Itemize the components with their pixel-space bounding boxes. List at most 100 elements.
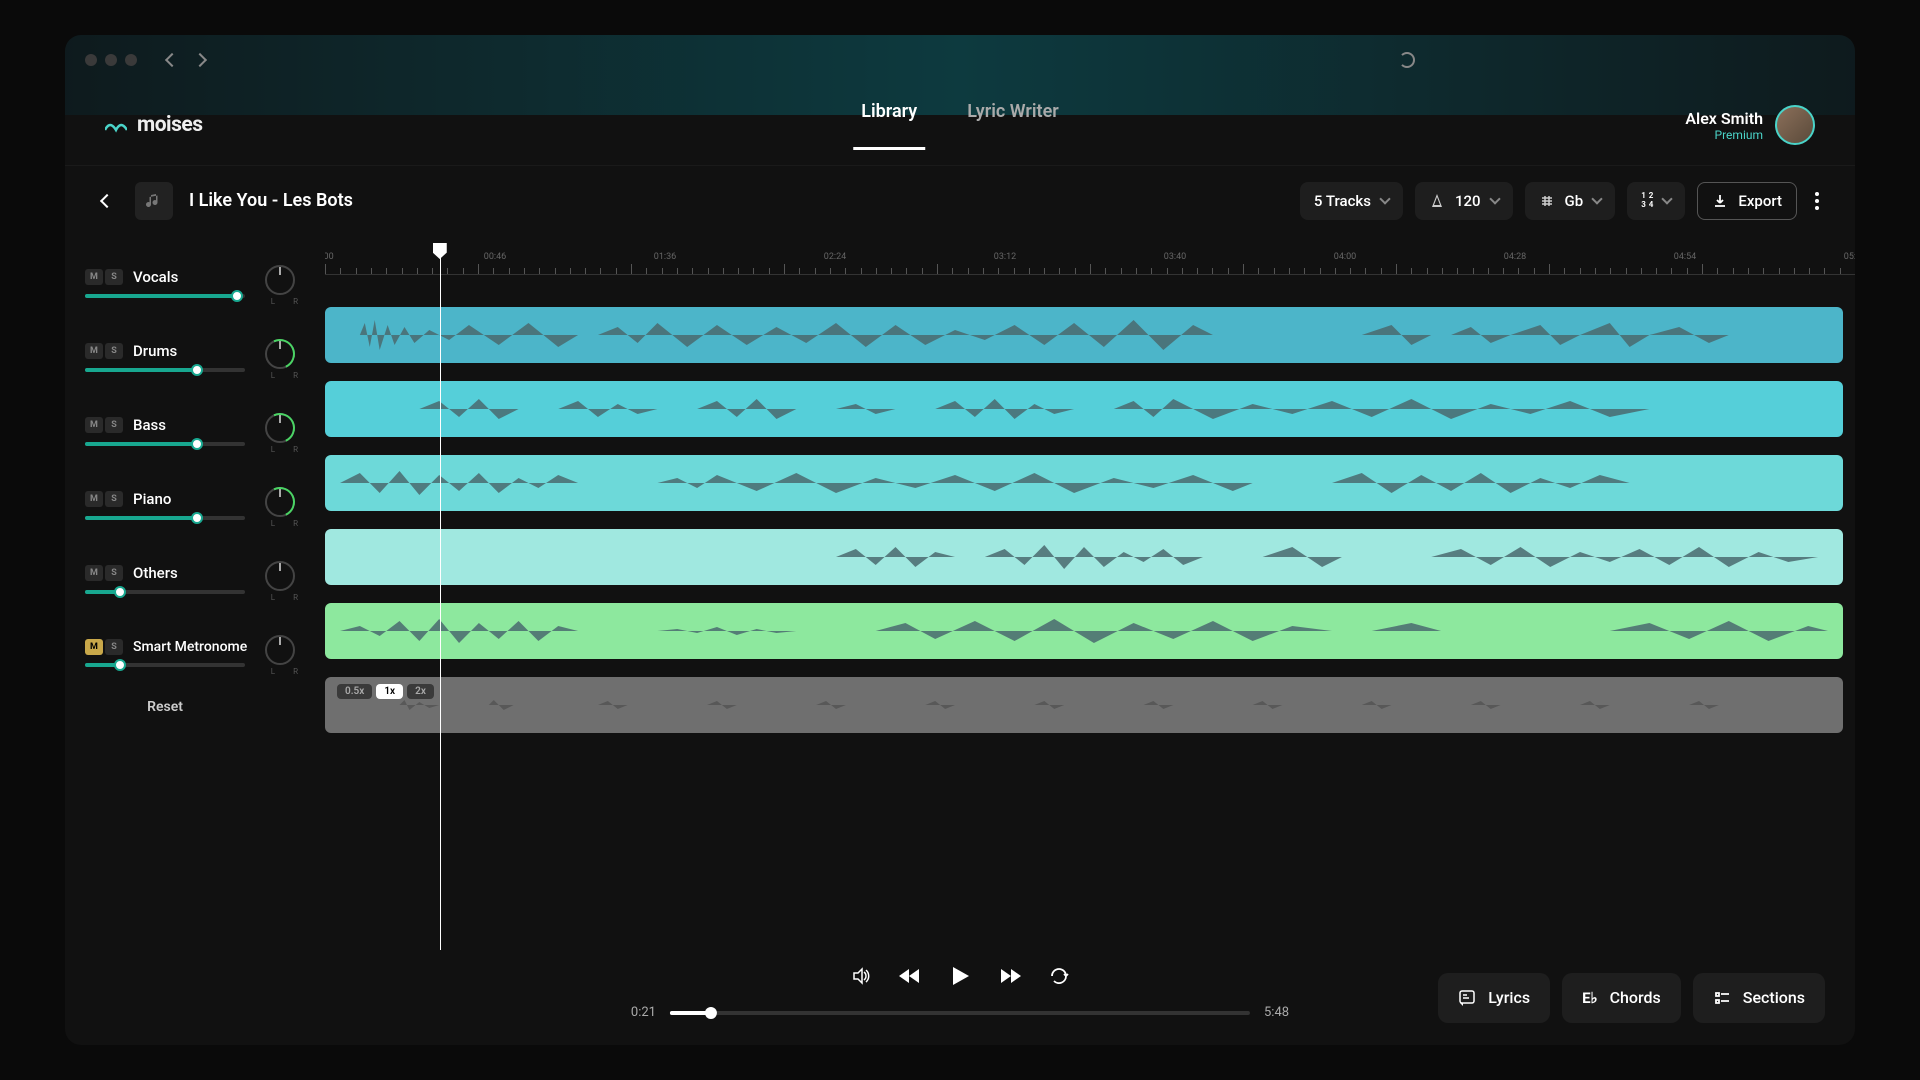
speed-tabs: 0.5x 1x 2x — [337, 684, 434, 699]
track-name: Vocals — [133, 268, 178, 286]
minimize-window-icon[interactable] — [105, 54, 117, 66]
solo-button[interactable]: S — [105, 565, 123, 581]
sections-icon — [1713, 989, 1731, 1007]
user-name: Alex Smith — [1685, 109, 1763, 128]
tuning-fork-icon — [1539, 193, 1555, 209]
count-selector[interactable]: 12 34 — [1627, 182, 1685, 220]
key-value: Gb — [1565, 192, 1584, 210]
tab-library[interactable]: Library — [861, 101, 917, 150]
avatar[interactable] — [1775, 105, 1815, 145]
user-area[interactable]: Alex Smith Premium — [1685, 105, 1815, 145]
refresh-button[interactable] — [1399, 52, 1415, 68]
mute-button[interactable]: M — [85, 491, 103, 507]
track-name: Bass — [133, 416, 166, 434]
reset-button[interactable]: Reset — [85, 699, 245, 715]
lyrics-button[interactable]: Lyrics — [1438, 973, 1550, 1023]
user-text: Alex Smith Premium — [1685, 109, 1763, 142]
toolbar: I Like You - Les Bots 5 Tracks 120 Gb 12… — [65, 165, 1855, 235]
volume-slider[interactable] — [85, 516, 245, 520]
solo-button[interactable]: S — [105, 491, 123, 507]
metronome-icon — [1429, 193, 1445, 209]
chevron-down-icon — [1379, 193, 1390, 204]
loop-button[interactable] — [1049, 966, 1069, 986]
volume-slider[interactable] — [85, 368, 245, 372]
solo-button[interactable]: S — [105, 639, 123, 655]
seek-bar[interactable] — [670, 1011, 1250, 1015]
volume-slider[interactable] — [85, 294, 245, 298]
lyrics-icon — [1458, 989, 1476, 1007]
back-button[interactable] — [95, 189, 119, 213]
sections-button[interactable]: Sections — [1693, 973, 1825, 1023]
tab-lyric-writer[interactable]: Lyric Writer — [967, 101, 1059, 150]
main-editor: MS Vocals LR MS Drums LR MS Bass — [65, 235, 1855, 950]
arrow-left-icon — [100, 193, 114, 207]
track-row-others: MS Others LR — [85, 551, 325, 607]
window-controls — [85, 54, 137, 66]
logo[interactable]: moises — [105, 113, 203, 137]
waveform-others[interactable] — [325, 603, 1843, 659]
mute-button[interactable]: M — [85, 417, 103, 433]
mute-button[interactable]: M — [85, 269, 103, 285]
volume-slider[interactable] — [85, 663, 245, 667]
tempo-value: 120 — [1455, 192, 1481, 210]
solo-button[interactable]: S — [105, 417, 123, 433]
mute-button[interactable]: M — [85, 565, 103, 581]
pan-knob[interactable] — [265, 635, 295, 665]
play-button[interactable] — [949, 965, 971, 987]
track-name: Others — [133, 564, 178, 582]
time-total: 5:48 — [1264, 1005, 1289, 1020]
toolbar-right: 5 Tracks 120 Gb 12 34 — [1300, 182, 1825, 220]
pan-knob[interactable] — [265, 413, 295, 443]
waveform-piano[interactable] — [325, 529, 1843, 585]
waveform-drums[interactable] — [325, 381, 1843, 437]
nav-tabs: Library Lyric Writer — [861, 101, 1059, 150]
mute-button[interactable]: M — [85, 343, 103, 359]
solo-button[interactable]: S — [105, 343, 123, 359]
chords-button[interactable]: E♭ Chords — [1562, 973, 1681, 1023]
app-window: moises Library Lyric Writer Alex Smith P… — [65, 35, 1855, 1045]
seek-bar-row: 0:21 5:48 — [631, 1005, 1289, 1020]
track-row-bass: MS Bass LR — [85, 403, 325, 459]
pan-knob[interactable] — [265, 265, 295, 295]
chords-label: Chords — [1610, 988, 1661, 1007]
key-selector[interactable]: Gb — [1525, 182, 1616, 220]
nav-forward-icon[interactable] — [193, 53, 207, 67]
header: moises Library Lyric Writer Alex Smith P… — [65, 85, 1855, 165]
tracks-selector[interactable]: 5 Tracks — [1300, 182, 1403, 220]
solo-button[interactable]: S — [105, 269, 123, 285]
footer-actions: Lyrics E♭ Chords Sections — [1438, 973, 1825, 1023]
chevron-down-icon — [1662, 193, 1673, 204]
reload-icon — [1399, 52, 1415, 68]
speed-two[interactable]: 2x — [407, 684, 434, 699]
forward-button[interactable] — [999, 967, 1021, 985]
export-button[interactable]: Export — [1697, 182, 1797, 220]
pan-knob[interactable] — [265, 487, 295, 517]
tempo-selector[interactable]: 120 — [1415, 182, 1513, 220]
volume-slider[interactable] — [85, 590, 245, 594]
more-button[interactable] — [1809, 192, 1825, 210]
sections-label: Sections — [1743, 988, 1805, 1007]
speed-half[interactable]: 0.5x — [337, 684, 372, 699]
pan-knob[interactable] — [265, 339, 295, 369]
volume-button[interactable] — [851, 966, 871, 986]
maximize-window-icon[interactable] — [125, 54, 137, 66]
pan-knob[interactable] — [265, 561, 295, 591]
waveform-vocals[interactable] — [325, 307, 1843, 363]
song-title: I Like You - Les Bots — [189, 190, 353, 211]
transport-controls — [851, 965, 1069, 987]
count-grid-icon: 12 34 — [1641, 192, 1653, 209]
ruler[interactable]: 0:0000:4601:3602:2403:1203:4004:0004:280… — [325, 245, 1855, 275]
nav-back-icon[interactable] — [165, 53, 179, 67]
waveform-bass[interactable] — [325, 455, 1843, 511]
mute-button[interactable]: M — [85, 639, 103, 655]
rewind-button[interactable] — [899, 967, 921, 985]
chevron-down-icon — [1489, 193, 1500, 204]
speed-one[interactable]: 1x — [376, 684, 403, 699]
playhead[interactable] — [440, 245, 441, 950]
close-window-icon[interactable] — [85, 54, 97, 66]
user-tier: Premium — [1685, 128, 1763, 142]
logo-text: moises — [137, 113, 203, 137]
logo-icon — [105, 118, 127, 133]
volume-slider[interactable] — [85, 442, 245, 446]
waveform-metronome[interactable]: 0.5x 1x 2x — [325, 677, 1843, 733]
